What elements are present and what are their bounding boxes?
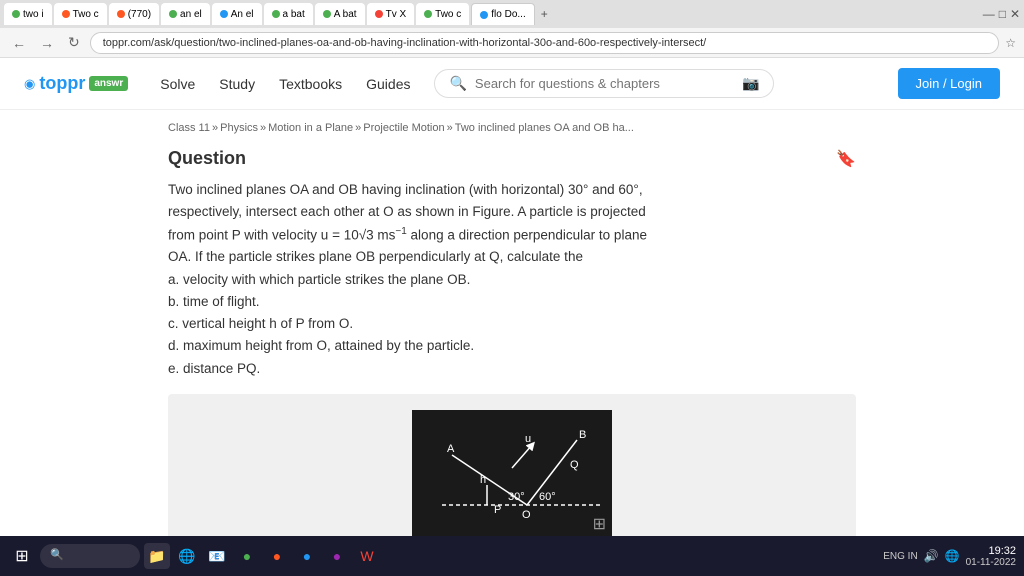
question-header: Question 🔖 bbox=[168, 148, 856, 169]
logo-icon: ◉ bbox=[24, 76, 35, 92]
tab-8[interactable]: Tv X bbox=[367, 3, 415, 25]
nav-solve[interactable]: Solve bbox=[160, 76, 195, 92]
new-tab-button[interactable]: + bbox=[537, 7, 552, 21]
tab-10[interactable]: flo Do... bbox=[471, 3, 534, 25]
join-login-button[interactable]: Join / Login bbox=[898, 68, 1001, 99]
svg-text:A: A bbox=[447, 443, 455, 455]
tab-7[interactable]: A bat bbox=[315, 3, 365, 25]
breadcrumb-motion[interactable]: Motion in a Plane bbox=[268, 122, 353, 134]
diagram-container: A B h P O Q u 30° 60° ⊞ bbox=[168, 394, 856, 544]
start-button[interactable]: ⊞ bbox=[8, 542, 36, 570]
svg-text:Q: Q bbox=[570, 459, 579, 471]
svg-text:B: B bbox=[579, 429, 586, 441]
svg-text:30°: 30° bbox=[508, 491, 525, 503]
question-body: Two inclined planes OA and OB having inc… bbox=[168, 179, 856, 380]
breadcrumb-physics[interactable]: Physics bbox=[220, 122, 258, 134]
svg-text:h: h bbox=[480, 474, 486, 486]
tab-4[interactable]: an el bbox=[161, 3, 210, 25]
page-content: ◉ toppr answr Solve Study Textbooks Guid… bbox=[0, 58, 1024, 544]
search-input[interactable] bbox=[475, 76, 734, 91]
address-input[interactable] bbox=[90, 32, 1000, 54]
part-a: a. velocity with which particle strikes … bbox=[168, 269, 856, 291]
system-tray: ENG IN 🔊 🌐 19:32 01-11-2022 bbox=[883, 545, 1016, 568]
taskbar-app3[interactable]: ● bbox=[294, 543, 320, 569]
breadcrumb-class11[interactable]: Class 11 bbox=[168, 122, 210, 134]
taskbar-app4[interactable]: ● bbox=[324, 543, 350, 569]
diagram-image: A B h P O Q u 30° 60° ⊞ bbox=[412, 410, 612, 540]
tab-5[interactable]: An el bbox=[212, 3, 262, 25]
address-bar: ← → ↻ ☆ bbox=[0, 28, 1024, 58]
forward-button[interactable]: → bbox=[36, 33, 58, 53]
logo-area: ◉ toppr answr bbox=[24, 73, 128, 94]
maximize-button[interactable]: □ bbox=[999, 7, 1006, 21]
content-area: Class 11 » Physics » Motion in a Plane »… bbox=[152, 110, 872, 544]
part-c: c. vertical height h of P from O. bbox=[168, 313, 856, 335]
answr-badge: answr bbox=[89, 76, 128, 91]
nav-guides[interactable]: Guides bbox=[366, 76, 410, 92]
network-icon[interactable]: 🌐 bbox=[945, 549, 960, 563]
navbar: ◉ toppr answr Solve Study Textbooks Guid… bbox=[0, 58, 1024, 110]
camera-icon[interactable]: 📷 bbox=[742, 75, 759, 92]
svg-text:O: O bbox=[522, 509, 531, 521]
logo-text: toppr bbox=[39, 73, 85, 94]
taskbar: ⊞ 🔍 📁 🌐 📧 ● ● ● ● W ENG IN 🔊 🌐 19:32 01-… bbox=[0, 536, 1024, 576]
close-button[interactable]: ✕ bbox=[1010, 7, 1020, 21]
taskbar-search[interactable]: 🔍 bbox=[40, 544, 140, 568]
bookmark-icon[interactable]: 🔖 bbox=[836, 149, 856, 169]
tab-9[interactable]: Two c bbox=[416, 3, 469, 25]
taskbar-mail[interactable]: 📧 bbox=[204, 543, 230, 569]
nav-study[interactable]: Study bbox=[219, 76, 255, 92]
taskbar-app1[interactable]: ● bbox=[234, 543, 260, 569]
fullscreen-icon[interactable]: ⊞ bbox=[593, 514, 606, 534]
reload-button[interactable]: ↻ bbox=[64, 32, 84, 53]
tab-6[interactable]: a bat bbox=[264, 3, 313, 25]
taskbar-app2[interactable]: ● bbox=[264, 543, 290, 569]
part-d: d. maximum height from O, attained by th… bbox=[168, 335, 856, 357]
taskbar-app5[interactable]: W bbox=[354, 543, 380, 569]
back-button[interactable]: ← bbox=[8, 33, 30, 53]
taskbar-file-explorer[interactable]: 📁 bbox=[144, 543, 170, 569]
date-display: 01-11-2022 bbox=[966, 557, 1016, 568]
svg-text:60°: 60° bbox=[539, 491, 556, 503]
language-indicator: ENG IN bbox=[883, 551, 917, 562]
minimize-button[interactable]: — bbox=[983, 7, 995, 21]
search-bar[interactable]: 🔍 📷 bbox=[434, 69, 774, 98]
breadcrumb: Class 11 » Physics » Motion in a Plane »… bbox=[168, 122, 856, 134]
bookmark-star-icon[interactable]: ☆ bbox=[1005, 36, 1016, 50]
svg-text:u: u bbox=[525, 433, 531, 445]
nav-textbooks[interactable]: Textbooks bbox=[279, 76, 342, 92]
part-b: b. time of flight. bbox=[168, 291, 856, 313]
taskbar-edge[interactable]: 🌐 bbox=[174, 543, 200, 569]
tab-strip: two i Two c (770) an el An el a bat A ba… bbox=[0, 0, 1024, 28]
part-e: e. distance PQ. bbox=[168, 358, 856, 380]
volume-icon[interactable]: 🔊 bbox=[924, 549, 939, 563]
question-title: Question bbox=[168, 148, 246, 169]
time-display: 19:32 01-11-2022 bbox=[966, 545, 1016, 568]
breadcrumb-current: Two inclined planes OA and OB ha... bbox=[455, 122, 634, 134]
tab-3[interactable]: (770) bbox=[109, 3, 159, 25]
breadcrumb-projectile[interactable]: Projectile Motion bbox=[363, 122, 444, 134]
search-icon: 🔍 bbox=[449, 75, 466, 92]
tab-2[interactable]: Two c bbox=[54, 3, 107, 25]
svg-text:P: P bbox=[494, 504, 501, 516]
clock: 19:32 bbox=[966, 545, 1016, 557]
tab-1[interactable]: two i bbox=[4, 3, 52, 25]
